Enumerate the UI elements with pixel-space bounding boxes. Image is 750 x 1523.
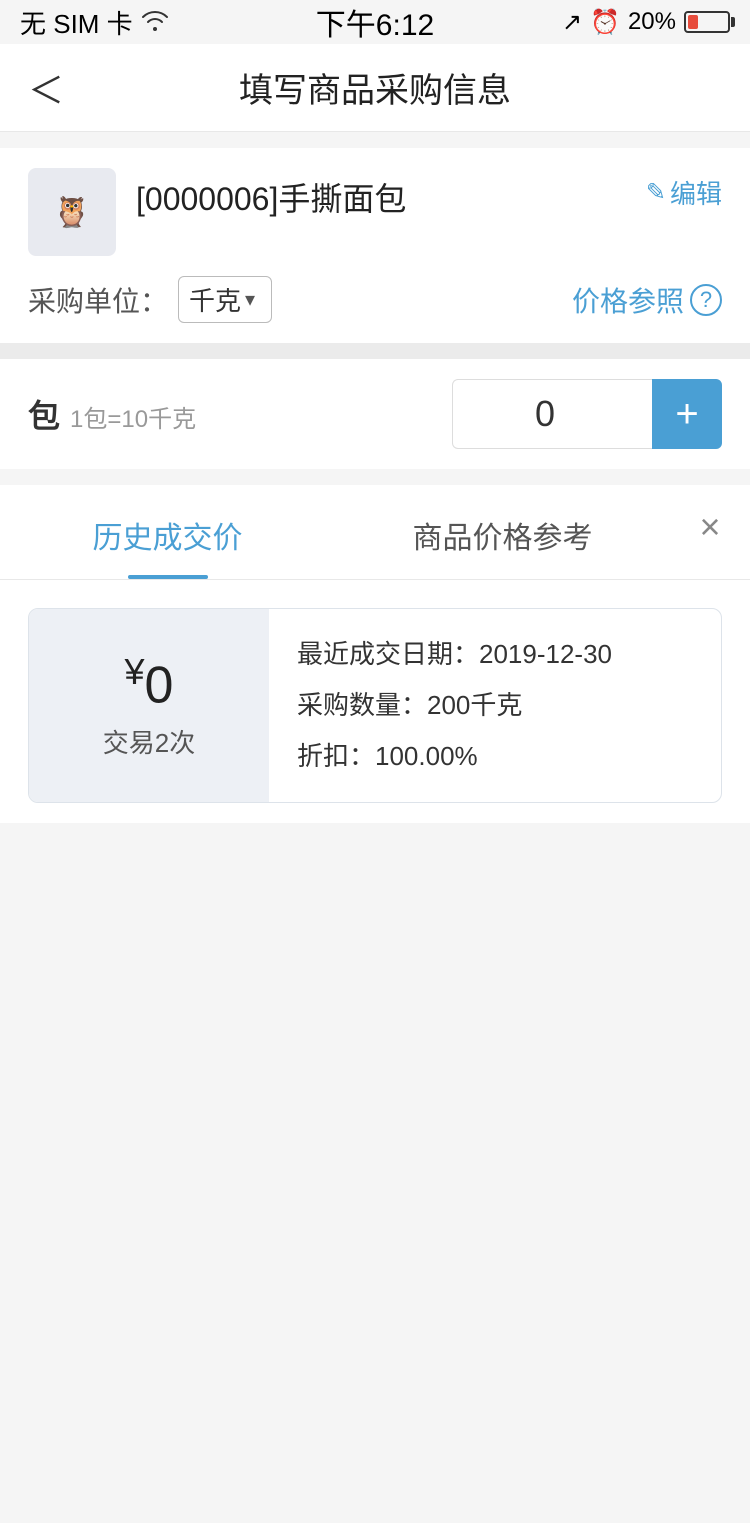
product-unit-row: 采购单位： 千克 ▾ 价格参照 ?: [28, 276, 722, 323]
quantity-increment-button[interactable]: +: [652, 379, 722, 449]
discount-value: 100.00%: [375, 741, 478, 771]
recent-date-row: 最近成交日期：2019-12-30: [297, 635, 693, 674]
main-background: [0, 823, 750, 1523]
quantity-row: 包 1包=10千克 +: [0, 359, 750, 469]
tab-content-historical: ¥0 交易2次 最近成交日期：2019-12-30 采购数量：200千克 折扣：…: [0, 580, 750, 823]
status-right: ↗ ⏰ 20%: [562, 8, 730, 37]
tabs-header: 历史成交价 商品价格参考 ×: [0, 485, 750, 580]
page-title: 填写商品采购信息: [239, 63, 511, 112]
quantity-input[interactable]: [452, 379, 652, 449]
quantity-unit: 包: [28, 391, 60, 437]
unit-select-dropdown[interactable]: 千克 ▾: [178, 276, 272, 323]
quantity-conversion: 1包=10千克: [70, 399, 196, 434]
discount-label: 折扣：: [297, 741, 375, 771]
battery-percent: 20%: [628, 8, 676, 36]
product-thumbnail: 🦉: [28, 168, 116, 256]
edit-button[interactable]: ✎ 编辑: [646, 168, 722, 211]
currency-symbol: ¥: [125, 651, 145, 692]
section-divider: [0, 343, 750, 359]
unit-label: 采购单位：: [28, 280, 168, 320]
product-header: 🦉 [0000006]手撕面包 ✎ 编辑: [28, 168, 722, 256]
tabs-close-button[interactable]: ×: [670, 506, 750, 558]
purchase-quantity-row: 采购数量：200千克: [297, 686, 693, 725]
recent-date-label: 最近成交日期：: [297, 639, 479, 669]
discount-row: 折扣：100.00%: [297, 737, 693, 776]
tab-historical-price[interactable]: 历史成交价: [0, 485, 335, 579]
transaction-price: ¥0: [125, 651, 174, 715]
nav-bar: ＜ 填写商品采购信息: [0, 44, 750, 132]
unit-left: 采购单位： 千克 ▾: [28, 276, 272, 323]
quantity-label: 采购数量：: [297, 690, 427, 720]
status-left: 无 SIM 卡: [20, 4, 169, 41]
tabs-section: 历史成交价 商品价格参考 × ¥0 交易2次 最近成交日期：2019-12-30…: [0, 485, 750, 823]
quantity-label: 包 1包=10千克: [28, 391, 196, 437]
transaction-count: 交易2次: [103, 723, 195, 760]
quantity-input-group: +: [452, 379, 722, 449]
wifi-icon: [141, 7, 169, 38]
price-reference-button[interactable]: 价格参照 ?: [572, 280, 722, 320]
carrier-text: 无 SIM 卡: [20, 4, 133, 41]
transaction-card: ¥0 交易2次 最近成交日期：2019-12-30 采购数量：200千克 折扣：…: [28, 608, 722, 803]
battery-icon: [684, 11, 730, 33]
product-left: 🦉 [0000006]手撕面包: [28, 168, 406, 256]
back-button[interactable]: ＜: [28, 62, 64, 114]
gps-icon: ↗: [562, 8, 582, 37]
time-display: 下午6:12: [316, 0, 434, 44]
product-name: [0000006]手撕面包: [136, 168, 406, 220]
price-ref-label: 价格参照: [572, 280, 684, 320]
quantity-value: 200千克: [427, 690, 522, 720]
card-left-price: ¥0 交易2次: [29, 609, 269, 802]
help-icon: ?: [690, 284, 722, 316]
edit-icon: ✎: [646, 178, 666, 207]
tab-product-price-reference[interactable]: 商品价格参考: [335, 485, 670, 579]
status-bar: 无 SIM 卡 下午6:12 ↗ ⏰ 20%: [0, 0, 750, 44]
unit-value: 千克: [189, 281, 241, 318]
recent-date-value: 2019-12-30: [479, 639, 612, 669]
chevron-down-icon: ▾: [245, 287, 255, 312]
alarm-icon: ⏰: [590, 8, 620, 37]
product-section: 🦉 [0000006]手撕面包 ✎ 编辑 采购单位： 千克 ▾ 价格参照 ?: [0, 148, 750, 343]
card-right-details: 最近成交日期：2019-12-30 采购数量：200千克 折扣：100.00%: [269, 609, 721, 802]
